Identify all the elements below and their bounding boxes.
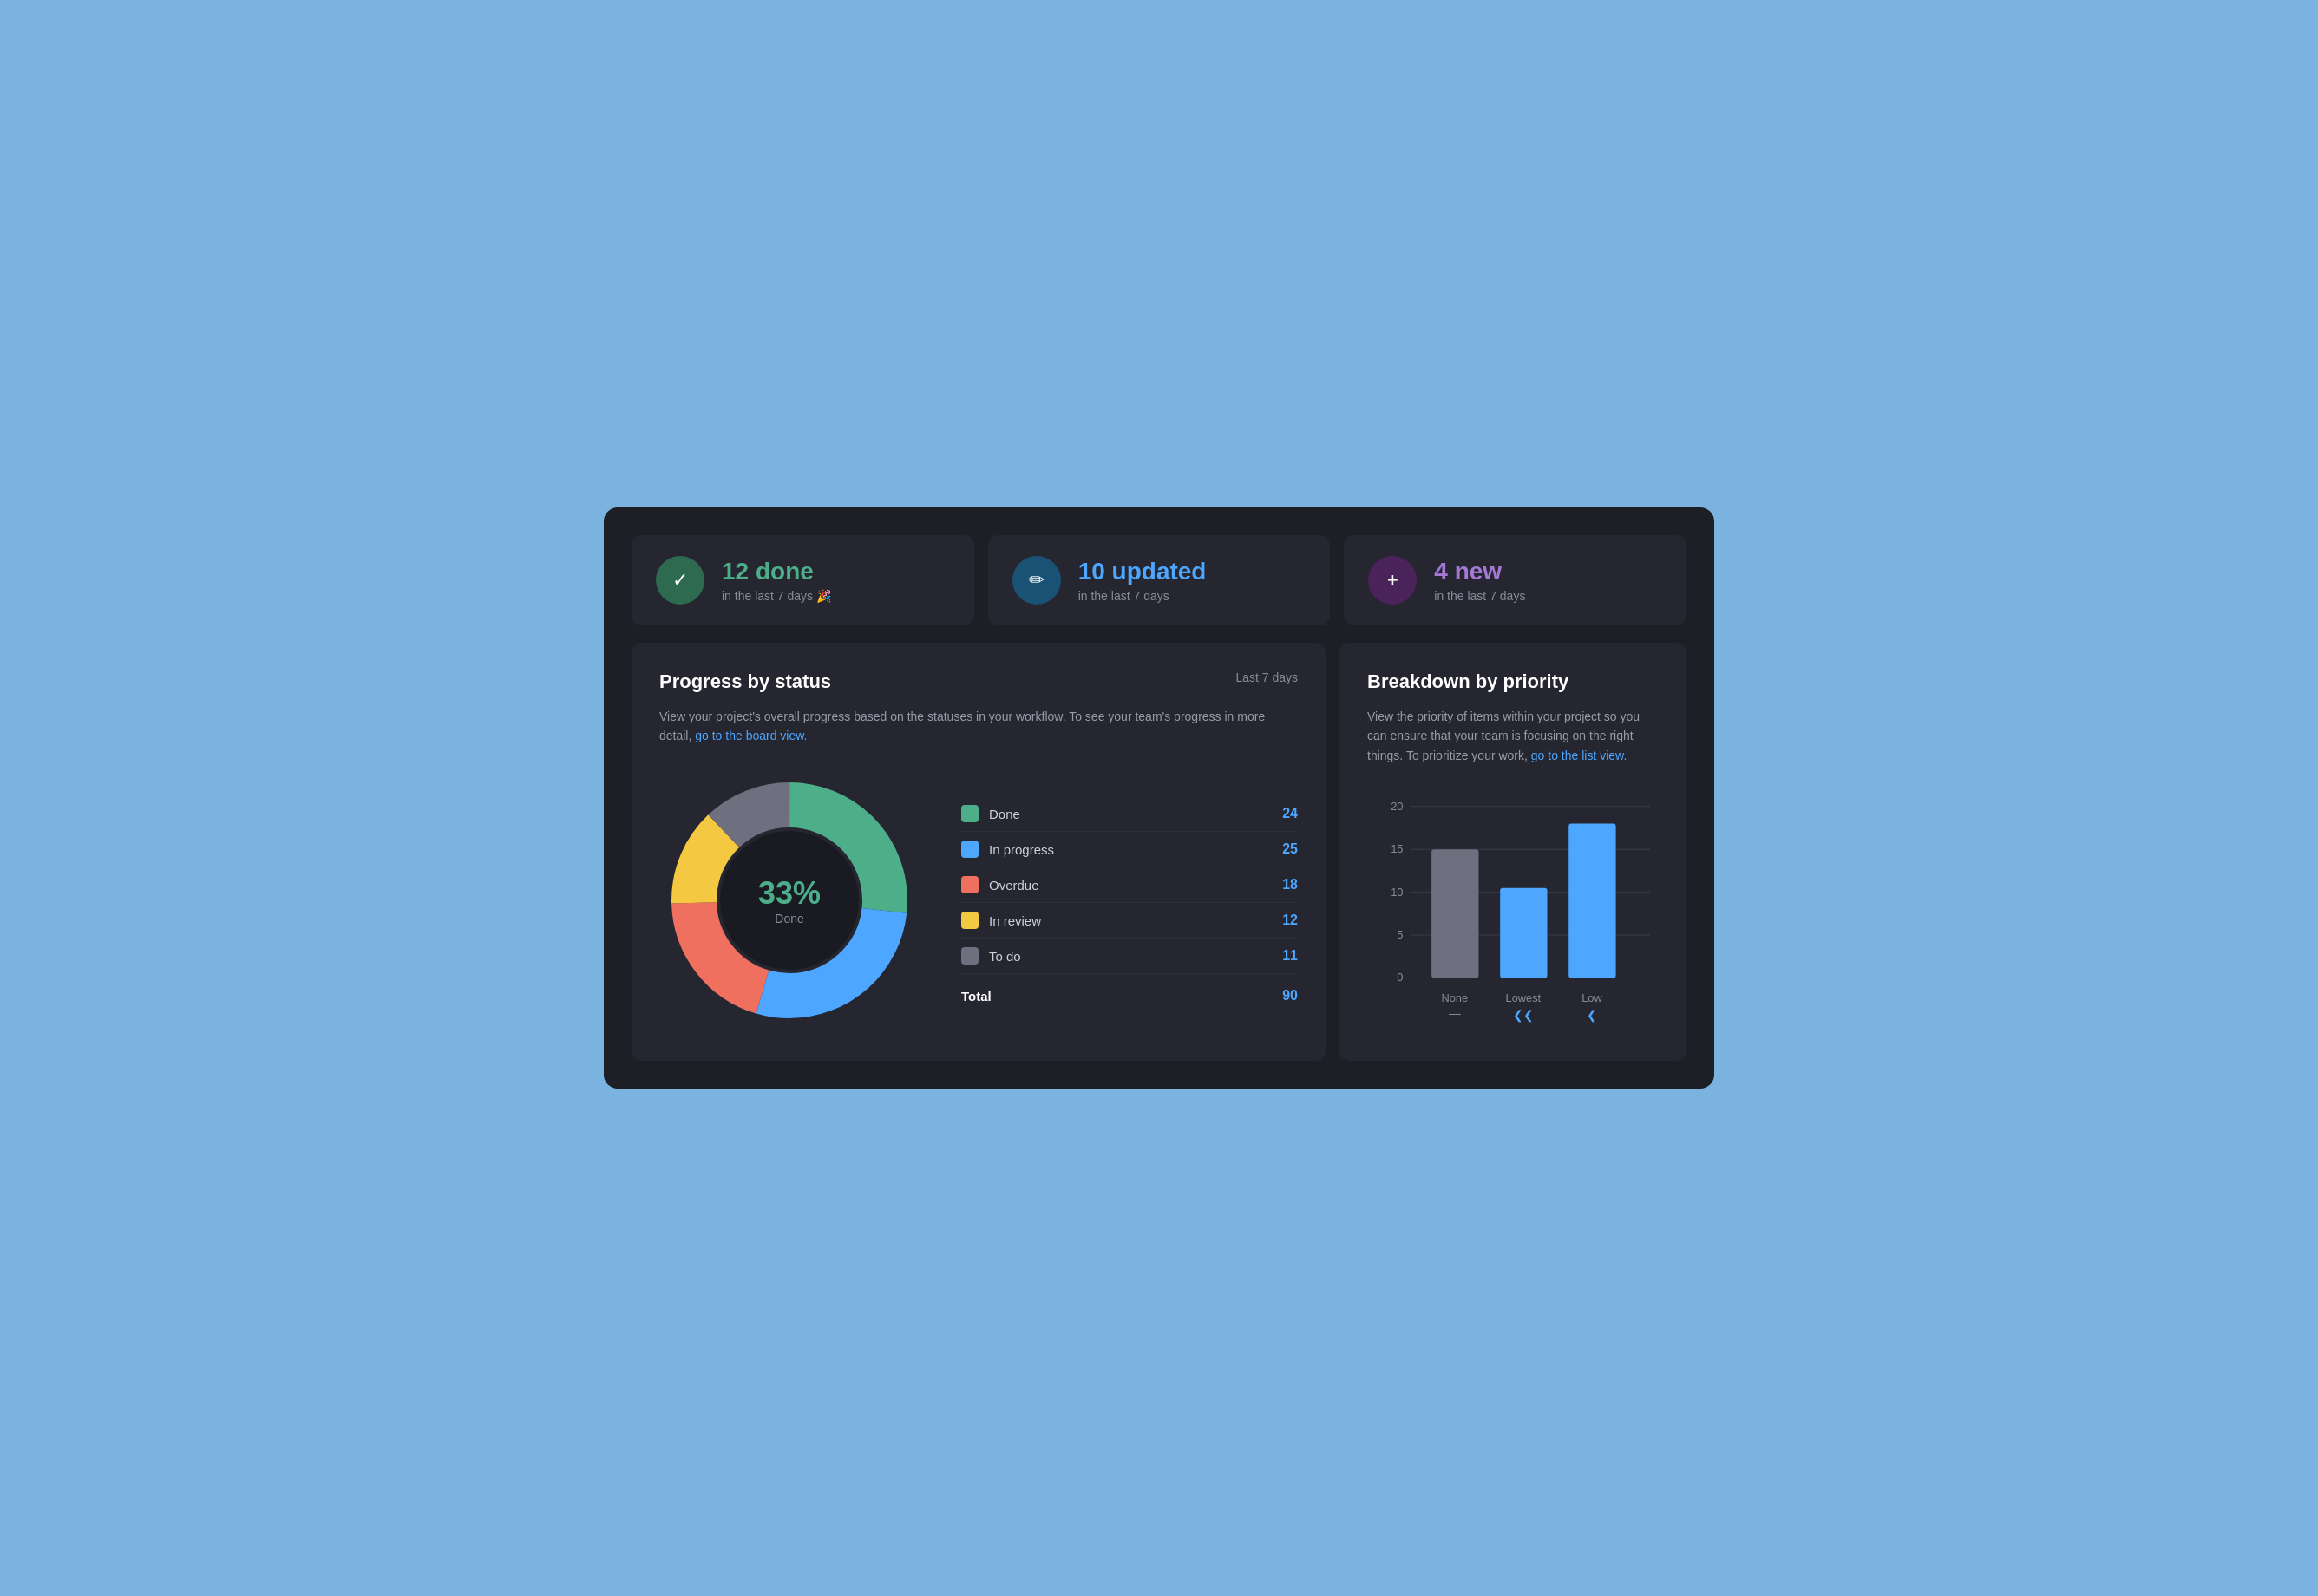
legend-val-overdue: 18	[1282, 877, 1298, 893]
dashboard: ✓ 12 done in the last 7 days 🎉 ✏ 10 upda…	[604, 507, 1714, 1089]
svg-text:5: 5	[1397, 928, 1403, 941]
board-view-link[interactable]: go to the board view.	[695, 729, 807, 742]
stat-card-updated: ✏ 10 updated in the last 7 days	[988, 535, 1331, 625]
legend-dot-done	[961, 805, 979, 822]
legend-total-val: 90	[1282, 988, 1298, 1004]
new-text: 4 new in the last 7 days	[1434, 558, 1525, 603]
legend-total-label: Total	[961, 989, 992, 1004]
legend-name-todo: To do	[989, 949, 1021, 964]
legend-todo: To do 11	[961, 939, 1298, 974]
legend-name-done: Done	[989, 807, 1020, 821]
legend-name-inreview: In review	[989, 913, 1041, 928]
bar-lowest	[1500, 888, 1547, 978]
legend: Done 24 In progress 25	[961, 796, 1298, 1004]
progress-header: Progress by status Last 7 days	[659, 670, 1298, 693]
stat-card-done: ✓ 12 done in the last 7 days 🎉	[632, 535, 974, 625]
priority-desc: View the priority of items within your p…	[1367, 707, 1659, 765]
legend-total: Total 90	[961, 978, 1298, 1004]
legend-dot-todo	[961, 947, 979, 965]
icon-low: ❮	[1587, 1008, 1597, 1023]
updated-text: 10 updated in the last 7 days	[1078, 558, 1207, 603]
svg-text:15: 15	[1391, 842, 1403, 855]
stat-cards: ✓ 12 done in the last 7 days 🎉 ✏ 10 upda…	[632, 535, 1686, 625]
legend-done: Done 24	[961, 796, 1298, 832]
bar-none	[1431, 849, 1478, 978]
legend-val-todo: 11	[1282, 948, 1298, 964]
updated-sub: in the last 7 days	[1078, 589, 1207, 603]
done-number: 12 done	[722, 558, 831, 585]
legend-val-done: 24	[1282, 806, 1298, 821]
donut-center: 33% Done	[720, 831, 859, 970]
svg-text:0: 0	[1397, 971, 1403, 984]
bar-chart: 20 15 10 5 0 None Lowest Low	[1367, 789, 1659, 1033]
done-text: 12 done in the last 7 days 🎉	[722, 558, 831, 603]
x-label-none: None	[1441, 991, 1468, 1004]
bar-low	[1568, 824, 1615, 978]
legend-dot-inreview	[961, 912, 979, 929]
x-label-lowest: Lowest	[1506, 991, 1542, 1004]
icon-lowest: ❮❮	[1513, 1008, 1534, 1023]
x-label-low: Low	[1581, 991, 1602, 1004]
donut-chart: 33% Done	[659, 770, 920, 1030]
panels: Progress by status Last 7 days View your…	[632, 643, 1686, 1061]
new-sub: in the last 7 days	[1434, 589, 1525, 603]
svg-text:20: 20	[1391, 800, 1403, 813]
legend-inreview: In review 12	[961, 903, 1298, 939]
icon-none: —	[1449, 1006, 1461, 1020]
done-icon: ✓	[656, 556, 704, 605]
legend-val-inprogress: 25	[1282, 841, 1298, 857]
new-icon: +	[1368, 556, 1417, 605]
progress-period: Last 7 days	[1235, 670, 1298, 684]
bar-chart-svg: 20 15 10 5 0 None Lowest Low	[1367, 789, 1659, 1030]
stat-card-new: + 4 new in the last 7 days	[1344, 535, 1686, 625]
priority-title: Breakdown by priority	[1367, 670, 1659, 693]
list-view-link[interactable]: go to the list view.	[1531, 749, 1627, 762]
legend-dot-inprogress	[961, 841, 979, 858]
svg-text:10: 10	[1391, 886, 1403, 899]
new-number: 4 new	[1434, 558, 1525, 585]
donut-label: Done	[775, 912, 803, 926]
priority-panel: Breakdown by priority View the priority …	[1339, 643, 1686, 1061]
legend-name-inprogress: In progress	[989, 842, 1054, 857]
donut-pct: 33%	[758, 875, 821, 912]
legend-val-inreview: 12	[1282, 912, 1298, 928]
legend-name-overdue: Overdue	[989, 878, 1039, 893]
progress-title: Progress by status	[659, 670, 831, 693]
chart-area: 33% Done Done 24	[659, 770, 1298, 1030]
progress-panel: Progress by status Last 7 days View your…	[632, 643, 1326, 1061]
legend-overdue: Overdue 18	[961, 867, 1298, 903]
legend-dot-overdue	[961, 876, 979, 893]
legend-inprogress: In progress 25	[961, 832, 1298, 867]
updated-number: 10 updated	[1078, 558, 1207, 585]
done-sub: in the last 7 days 🎉	[722, 589, 831, 603]
updated-icon: ✏	[1012, 556, 1061, 605]
progress-desc: View your project's overall progress bas…	[659, 707, 1298, 746]
